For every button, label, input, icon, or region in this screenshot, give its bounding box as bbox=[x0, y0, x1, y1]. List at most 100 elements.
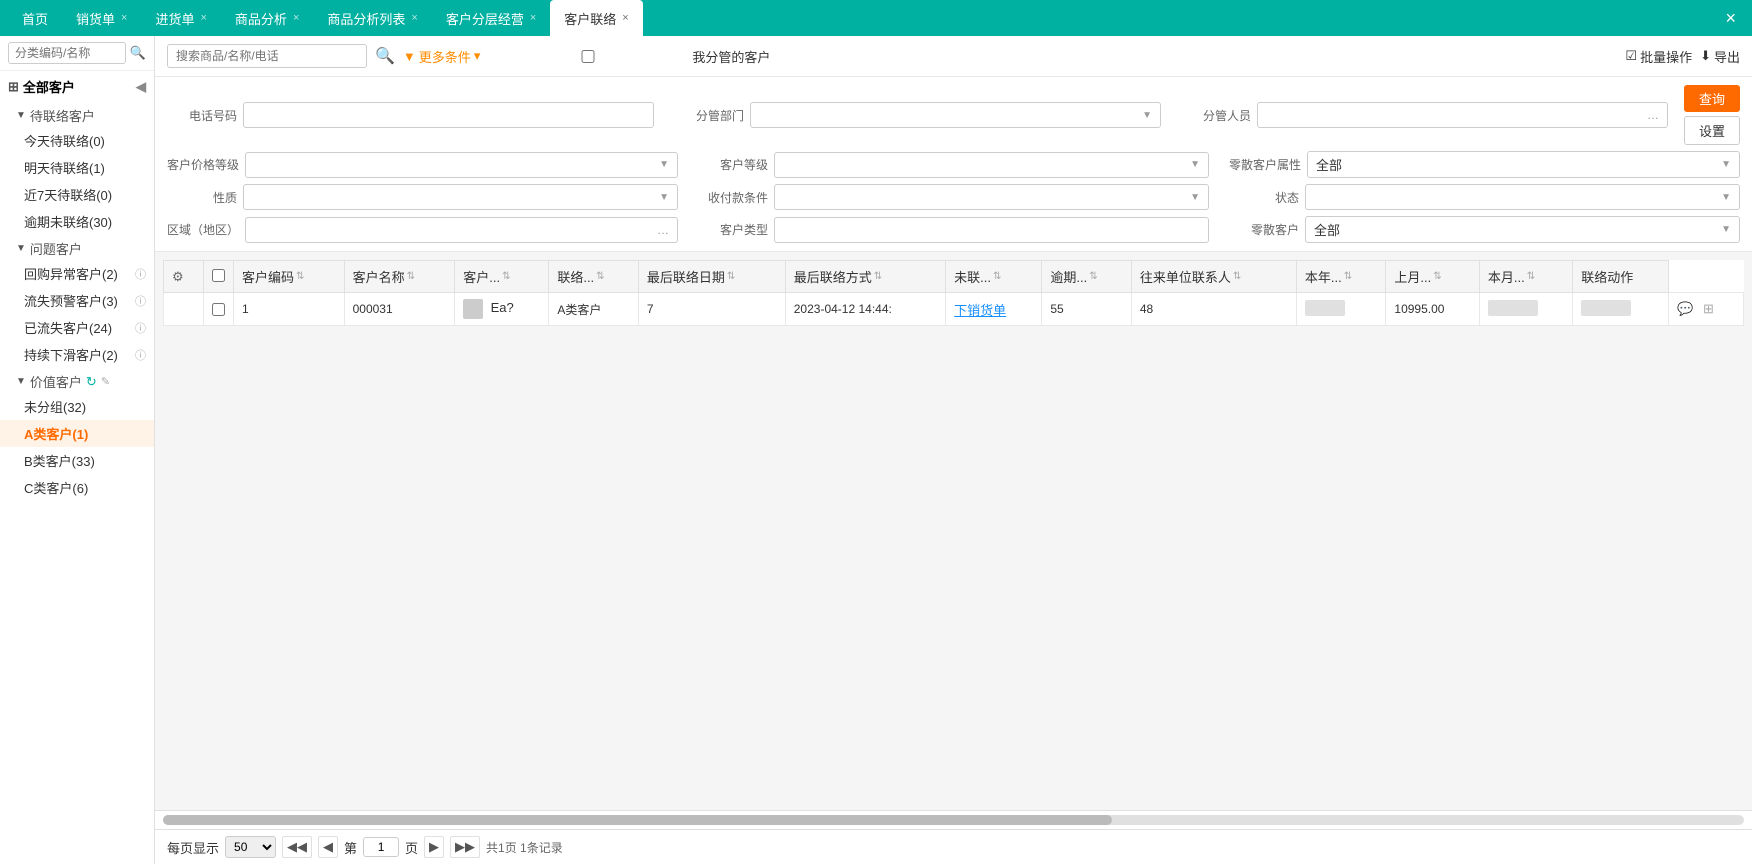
filter-retail-customer-select[interactable]: 全部▼ bbox=[1305, 216, 1740, 243]
value-group-edit-icon[interactable]: ✎ bbox=[101, 375, 110, 388]
sales-tab-label: 销货单 bbox=[76, 9, 115, 28]
settings-icon[interactable]: ⚙ bbox=[172, 269, 184, 284]
col-checkbox[interactable] bbox=[203, 261, 233, 293]
filter-status-select[interactable]: ▼ bbox=[1305, 184, 1740, 210]
product-analysis-tab-close[interactable]: × bbox=[293, 12, 299, 24]
nav-tab-purchase[interactable]: 进货单 × bbox=[141, 0, 220, 36]
sidebar-group-pending[interactable]: ▼ 待联络客户 bbox=[0, 102, 154, 127]
nav-tab-customer-tier[interactable]: 客户分层经营 × bbox=[432, 0, 550, 36]
filter-customer-level-select[interactable]: ▼ bbox=[774, 152, 1209, 178]
sidebar-item-class-a[interactable]: A类客户(1) bbox=[0, 420, 154, 447]
batch-operation-button[interactable]: ☑ 批量操作 bbox=[1625, 47, 1692, 66]
sidebar-item-tomorrow[interactable]: 明天待联络(1) bbox=[0, 154, 154, 181]
filter-retail-attr-label: 零散客户属性 bbox=[1229, 156, 1301, 173]
prev-page-button[interactable]: ◀ bbox=[318, 836, 338, 858]
col-settings[interactable]: ⚙ bbox=[164, 261, 204, 293]
col-name-sort-icon: ⇅ bbox=[407, 271, 415, 282]
select-all-checkbox[interactable] bbox=[212, 269, 225, 282]
sidebar-group-problem[interactable]: ▼ 问题客户 bbox=[0, 235, 154, 260]
sidebar-item-7days[interactable]: 近7天待联络(0) bbox=[0, 181, 154, 208]
search-button[interactable]: 🔍 bbox=[375, 46, 395, 66]
sales-tab-close[interactable]: × bbox=[121, 12, 127, 24]
nav-tab-sales[interactable]: 销货单 × bbox=[62, 0, 141, 36]
sidebar-collapse-icon[interactable]: ◀ bbox=[136, 79, 146, 95]
problem-group-label: 问题客户 bbox=[30, 239, 82, 258]
col-last-date[interactable]: 最后联络日期⇅ bbox=[638, 261, 785, 293]
row-this-year: 10995.00 bbox=[1386, 293, 1479, 326]
col-contact[interactable]: 联络...⇅ bbox=[549, 261, 639, 293]
filter-payment-select[interactable]: ▼ bbox=[774, 184, 1209, 210]
product-analysis-list-tab-close[interactable]: × bbox=[411, 12, 417, 24]
customer-contact-tab-close[interactable]: × bbox=[622, 12, 628, 24]
row-action[interactable]: 💬 ⊞ bbox=[1669, 293, 1744, 326]
per-page-select[interactable]: 50 100 200 bbox=[225, 836, 276, 858]
filter-region-label: 区域（地区） bbox=[167, 221, 239, 238]
nav-tab-home[interactable]: 首页 bbox=[8, 0, 62, 36]
sidebar-group-value[interactable]: ▼ 价值客户 ↻ ✎ bbox=[0, 368, 154, 393]
sidebar-item-repurchase-abnormal[interactable]: 回购异常客户(2) ⓘ bbox=[0, 260, 154, 287]
row-last-method-link[interactable]: 下销货单 bbox=[954, 303, 1006, 318]
my-customers-checkbox-area[interactable]: 我分管的客户 bbox=[488, 47, 770, 66]
col-overdue[interactable]: 逾期...⇅ bbox=[1042, 261, 1132, 293]
sidebar-item-class-b[interactable]: B类客户(33) bbox=[0, 447, 154, 474]
sidebar-all-customers[interactable]: ⊞ 全部客户 ◀ bbox=[0, 71, 154, 102]
sidebar-item-ungrouped[interactable]: 未分组(32) bbox=[0, 393, 154, 420]
row-checkbox[interactable] bbox=[212, 303, 225, 316]
col-last-method[interactable]: 最后联络方式⇅ bbox=[785, 261, 945, 293]
row-last-method[interactable]: 下销货单 bbox=[946, 293, 1042, 326]
sidebar-item-today[interactable]: 今天待联络(0) bbox=[0, 127, 154, 154]
first-page-button[interactable]: ◀◀ bbox=[282, 836, 312, 858]
sidebar-item-class-c[interactable]: C类客户(6) bbox=[0, 474, 154, 501]
filter-retail-attr-select[interactable]: 全部▼ bbox=[1307, 151, 1740, 178]
filter-price-level-label: 客户价格等级 bbox=[167, 156, 239, 173]
query-button[interactable]: 查询 bbox=[1684, 85, 1740, 112]
value-group-refresh-icon[interactable]: ↻ bbox=[86, 374, 97, 390]
col-last-month[interactable]: 上月...⇅ bbox=[1386, 261, 1479, 293]
sidebar-search-input[interactable] bbox=[8, 42, 126, 64]
query-settings-group: 查询 设置 bbox=[1684, 85, 1740, 145]
search-input[interactable] bbox=[167, 44, 367, 68]
filter-person: 分管人员 … bbox=[1181, 102, 1668, 128]
settings-button[interactable]: 设置 bbox=[1684, 116, 1740, 145]
h-scroll-track[interactable] bbox=[163, 815, 1744, 825]
sidebar-item-declining[interactable]: 持续下滑客户(2) ⓘ bbox=[0, 341, 154, 368]
row-action-qr-icon[interactable]: ⊞ bbox=[1703, 301, 1714, 316]
col-uncontacted[interactable]: 未联...⇅ bbox=[946, 261, 1042, 293]
row-action-message-icon[interactable]: 💬 bbox=[1677, 301, 1693, 316]
col-this-month[interactable]: 本月...⇅ bbox=[1479, 261, 1572, 293]
sidebar-item-churned[interactable]: 已流失客户(24) ⓘ bbox=[0, 314, 154, 341]
nav-tab-customer-contact[interactable]: 客户联络 × bbox=[550, 0, 642, 36]
col-this-year[interactable]: 本年...⇅ bbox=[1296, 261, 1386, 293]
sidebar-search-icon[interactable]: 🔍 bbox=[130, 45, 146, 61]
filter-customer-type-input[interactable] bbox=[774, 217, 1209, 243]
horizontal-scrollbar[interactable] bbox=[155, 810, 1752, 829]
filter-nature-select[interactable]: ▼ bbox=[243, 184, 678, 210]
value-group-label: 价值客户 bbox=[30, 372, 82, 391]
filter-department-select[interactable]: ▼ bbox=[750, 102, 1161, 128]
col-level[interactable]: 客户...⇅ bbox=[455, 261, 549, 293]
col-contact-person[interactable]: 往来单位联系人⇅ bbox=[1131, 261, 1296, 293]
filter-department: 分管部门 ▼ bbox=[674, 102, 1161, 128]
nav-tab-product-analysis-list[interactable]: 商品分析列表 × bbox=[313, 0, 431, 36]
col-this-year-sort-icon: ⇅ bbox=[1344, 271, 1352, 282]
h-scroll-thumb[interactable] bbox=[163, 815, 1112, 825]
close-all-tabs[interactable]: × bbox=[1717, 8, 1744, 29]
filter-person-input[interactable]: … bbox=[1257, 102, 1668, 128]
my-customers-checkbox[interactable] bbox=[488, 50, 688, 63]
last-page-button[interactable]: ▶▶ bbox=[450, 836, 480, 858]
filter-region-input[interactable]: … bbox=[245, 217, 678, 243]
sidebar-item-churn-warning[interactable]: 流失预警客户(3) ⓘ bbox=[0, 287, 154, 314]
purchase-tab-close[interactable]: × bbox=[200, 12, 206, 24]
more-filters-button[interactable]: ▼ 更多条件 ▾ bbox=[403, 47, 480, 66]
export-button[interactable]: ⬇ 导出 bbox=[1700, 47, 1740, 66]
customer-tier-tab-close[interactable]: × bbox=[530, 12, 536, 24]
sidebar-item-overdue[interactable]: 逾期未联络(30) bbox=[0, 208, 154, 235]
page-number-input[interactable] bbox=[363, 837, 399, 857]
col-code[interactable]: 客户编码⇅ bbox=[233, 261, 344, 293]
col-name[interactable]: 客户名称⇅ bbox=[344, 261, 455, 293]
nav-tab-product-analysis[interactable]: 商品分析 × bbox=[221, 0, 313, 36]
filter-phone-input[interactable] bbox=[243, 102, 654, 128]
next-page-button[interactable]: ▶ bbox=[424, 836, 444, 858]
sidebar-item-overdue-label: 逾期未联络(30) bbox=[24, 212, 112, 231]
filter-price-level-select[interactable]: ▼ bbox=[245, 152, 678, 178]
